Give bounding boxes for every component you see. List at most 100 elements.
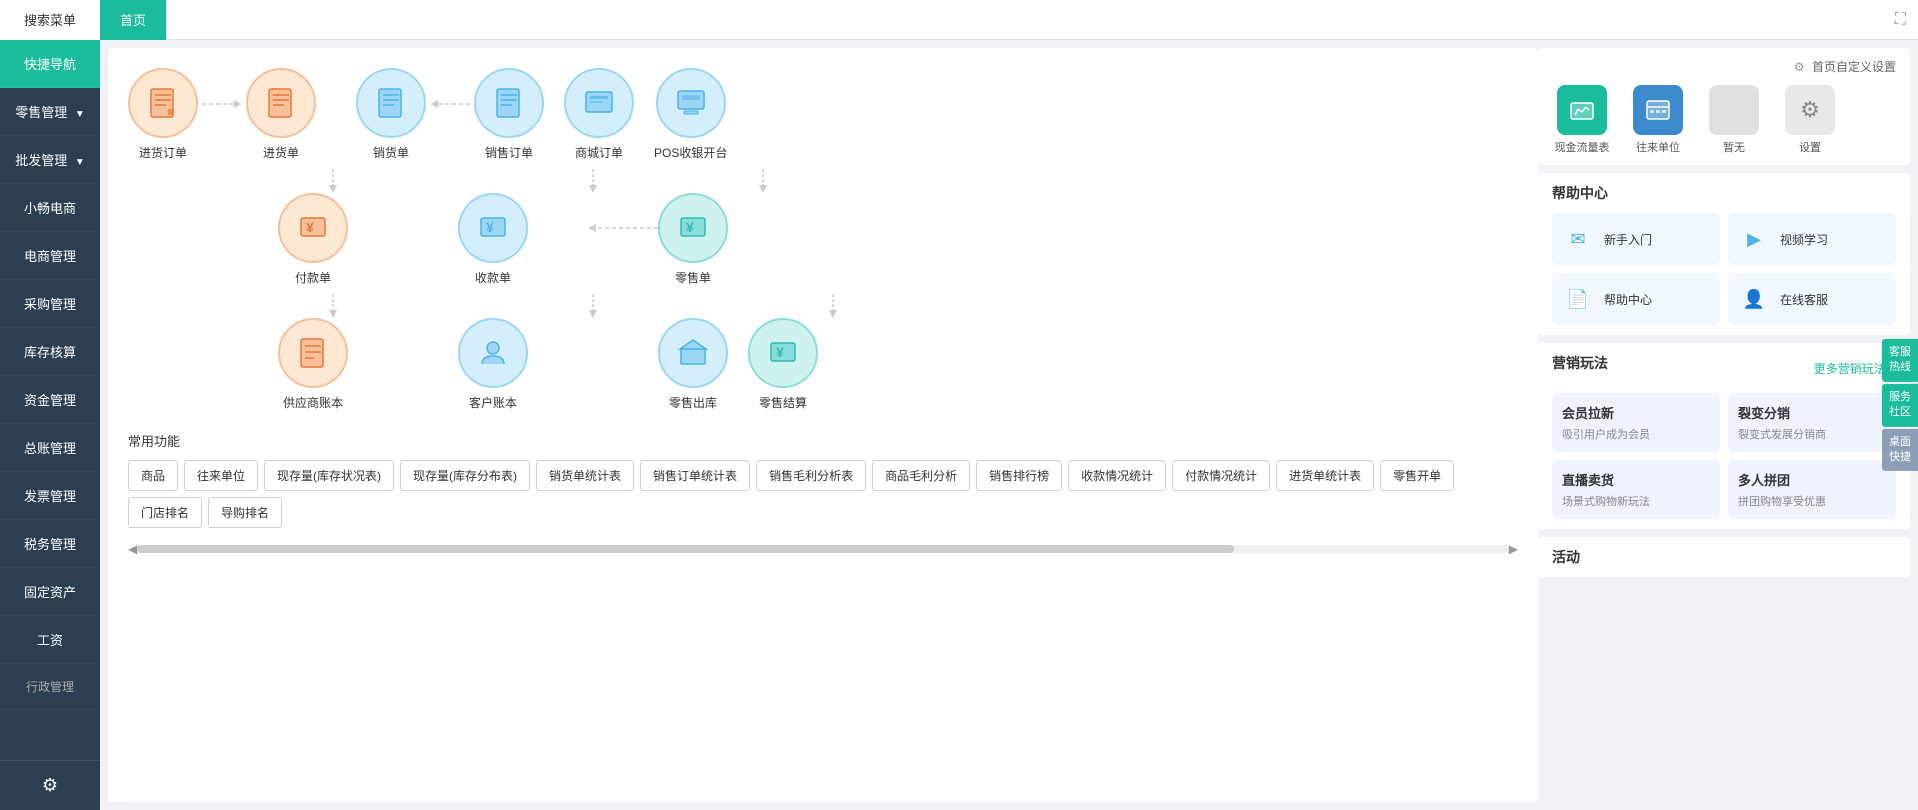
- retail-checkout-label: 零售结算: [759, 394, 807, 411]
- help-beginner[interactable]: ✉ 新手入门: [1552, 213, 1720, 265]
- func-btn-goods[interactable]: 商品: [128, 460, 178, 491]
- video-label: 视频学习: [1780, 231, 1828, 248]
- marketing-fission[interactable]: 裂变分销 裂变式发展分销商: [1728, 393, 1896, 452]
- func-btn-sales-order-stat[interactable]: 销售订单统计表: [640, 460, 750, 491]
- marketing-title: 营销玩法: [1552, 353, 1608, 373]
- func-btn-sales-margin[interactable]: 销售毛利分析表: [756, 460, 866, 491]
- svg-text:¥: ¥: [776, 344, 784, 360]
- shortcut-cash-flow[interactable]: 现金流量表: [1552, 85, 1612, 155]
- receipt-slip-icon[interactable]: ¥: [458, 193, 528, 263]
- fission-title: 裂变分销: [1738, 403, 1886, 422]
- func-grid: 商品 往来单位 现存量(库存状况表) 现存量(库存分布表) 销货单统计表 销售订…: [128, 460, 1518, 528]
- sidebar-item-tax-mgmt[interactable]: 税务管理: [0, 520, 100, 568]
- supplier-account-label: 供应商账本: [283, 394, 343, 411]
- shortcut-settings[interactable]: ⚙ 设置: [1780, 85, 1840, 155]
- mall-order-icon[interactable]: [564, 68, 634, 138]
- payment-slip-icon[interactable]: ¥: [278, 193, 348, 263]
- sidebar-item-salary[interactable]: 工资: [0, 616, 100, 664]
- sidebar-item-other[interactable]: 行政管理: [0, 664, 100, 710]
- sidebar-item-ecom-mgmt[interactable]: 电商管理: [0, 232, 100, 280]
- fullscreen-icon[interactable]: ⛶: [1895, 11, 1906, 28]
- float-desktop[interactable]: 桌面快捷: [1882, 428, 1918, 471]
- flow-col-customer: 客户账本: [458, 318, 528, 411]
- float-community[interactable]: 服务社区: [1882, 384, 1918, 427]
- live-title: 直播卖货: [1562, 470, 1710, 489]
- shortcut-none[interactable]: 暂无: [1704, 85, 1764, 155]
- func-btn-stock-dist[interactable]: 现存量(库存分布表): [400, 460, 530, 491]
- main-layout: 快捷导航 零售管理 ▼ 批发管理 ▼ 小畅电商 电商管理 采购管理 库存核算 资…: [0, 40, 1918, 810]
- svg-text:¥: ¥: [306, 219, 314, 235]
- sidebar-item-retail-mgmt[interactable]: 零售管理 ▼: [0, 88, 100, 136]
- flow-bottom-row: 供应商账本 客户账本: [128, 318, 1518, 411]
- func-btn-sales-stat[interactable]: 销货单统计表: [536, 460, 634, 491]
- down-arrows-row: [128, 169, 1518, 193]
- mall-order-label: 商城订单: [575, 144, 623, 161]
- supplier-account-icon[interactable]: [278, 318, 348, 388]
- down-arrow-ps: [278, 169, 388, 193]
- scroll-left-btn[interactable]: ◀: [128, 542, 137, 556]
- func-btn-guide-rank[interactable]: 导购排名: [208, 497, 282, 528]
- retail-checkout-icon[interactable]: ¥: [748, 318, 818, 388]
- home-tab[interactable]: 首页: [100, 0, 166, 40]
- func-btn-receipt-stat[interactable]: 收款情况统计: [1068, 460, 1166, 491]
- marketing-group[interactable]: 多人拼团 拼团购物享受优惠: [1728, 460, 1896, 519]
- func-btn-payment-stat[interactable]: 付款情况统计: [1172, 460, 1270, 491]
- counterparty-label: 往来单位: [1636, 139, 1680, 155]
- member-title: 会员拉新: [1562, 403, 1710, 422]
- flow-col-sales-order: 销售订单: [474, 68, 544, 161]
- shortcut-counterparty[interactable]: 往来单位: [1628, 85, 1688, 155]
- sidebar-item-finance[interactable]: 资金管理: [0, 376, 100, 424]
- sales-slip-icon[interactable]: [356, 68, 426, 138]
- group-desc: 拼团购物享受优惠: [1738, 493, 1886, 509]
- marketing-live[interactable]: 直播卖货 场景式购物新玩法: [1552, 460, 1720, 519]
- float-customer-service[interactable]: 客服热线: [1882, 339, 1918, 382]
- purchase-slip-icon[interactable]: [246, 68, 316, 138]
- retail-warehouse-icon[interactable]: [658, 318, 728, 388]
- live-desc: 场景式购物新玩法: [1562, 493, 1710, 509]
- func-btn-goods-margin[interactable]: 商品毛利分析: [872, 460, 970, 491]
- flow-top-row: 进货订单 进货单: [128, 68, 1518, 161]
- help-center-item[interactable]: 📄 帮助中心: [1552, 273, 1720, 325]
- marketing-member[interactable]: 会员拉新 吸引用户成为会员: [1552, 393, 1720, 452]
- sidebar-item-xiaoxi-ecom[interactable]: 小畅电商: [0, 184, 100, 232]
- purchase-order-icon[interactable]: [128, 68, 198, 138]
- func-btn-store-rank[interactable]: 门店排名: [128, 497, 202, 528]
- sidebar-item-inventory[interactable]: 库存核算: [0, 328, 100, 376]
- sidebar-bottom: ⚙: [0, 760, 100, 810]
- sidebar-item-purchase-mgmt[interactable]: 采购管理: [0, 280, 100, 328]
- help-doc-label: 帮助中心: [1604, 291, 1652, 308]
- pos-cashier-icon[interactable]: [656, 68, 726, 138]
- search-menu-button[interactable]: 搜索菜单: [0, 0, 100, 40]
- purchase-slip-label: 进货单: [263, 144, 299, 161]
- sidebar-item-quick-nav[interactable]: 快捷导航: [0, 40, 100, 88]
- func-btn-retail-bill[interactable]: 零售开单: [1380, 460, 1454, 491]
- customize-label[interactable]: 首页自定义设置: [1812, 60, 1896, 74]
- retail-slip-icon[interactable]: ¥: [658, 193, 728, 263]
- down-arrow-pay: [278, 294, 388, 318]
- func-btn-stock-status[interactable]: 现存量(库存状况表): [264, 460, 394, 491]
- help-online-service[interactable]: 👤 在线客服: [1728, 273, 1896, 325]
- sidebar-item-fixed-assets[interactable]: 固定资产: [0, 568, 100, 616]
- func-btn-counterparty[interactable]: 往来单位: [184, 460, 258, 491]
- svg-text:¥: ¥: [686, 219, 694, 235]
- help-video[interactable]: ▶ 视频学习: [1728, 213, 1896, 265]
- flow-middle-row: ¥ 付款单 ¥ 收款单: [128, 193, 1518, 286]
- top-bar: 搜索菜单 首页 ⛶: [0, 0, 1918, 40]
- scroll-track[interactable]: [137, 545, 1509, 553]
- home-customize: ⚙ 首页自定义设置 现金流量表 往来单位: [1538, 48, 1910, 165]
- sidebar-item-invoice-mgmt[interactable]: 发票管理: [0, 472, 100, 520]
- sidebar-item-wholesale-mgmt[interactable]: 批发管理 ▼: [0, 136, 100, 184]
- sidebar-item-general-ledger[interactable]: 总账管理: [0, 424, 100, 472]
- group-title: 多人拼团: [1738, 470, 1886, 489]
- flow-col-supplier: 供应商账本: [278, 318, 348, 411]
- sidebar-settings-button[interactable]: ⚙: [0, 760, 100, 810]
- func-btn-sales-rank[interactable]: 销售排行榜: [976, 460, 1062, 491]
- flow-col-payment: ¥ 付款单: [278, 193, 348, 286]
- customer-account-icon[interactable]: [458, 318, 528, 388]
- marketing-grid: 会员拉新 吸引用户成为会员 裂变分销 裂变式发展分销商 直播卖货 场景式购物新玩…: [1552, 393, 1896, 519]
- scroll-right-btn[interactable]: ▶: [1509, 542, 1518, 556]
- beginner-icon: ✉: [1562, 223, 1594, 255]
- sales-order-icon[interactable]: [474, 68, 544, 138]
- pos-label: POS收银开台: [654, 144, 727, 161]
- func-btn-purchase-stat[interactable]: 进货单统计表: [1276, 460, 1374, 491]
